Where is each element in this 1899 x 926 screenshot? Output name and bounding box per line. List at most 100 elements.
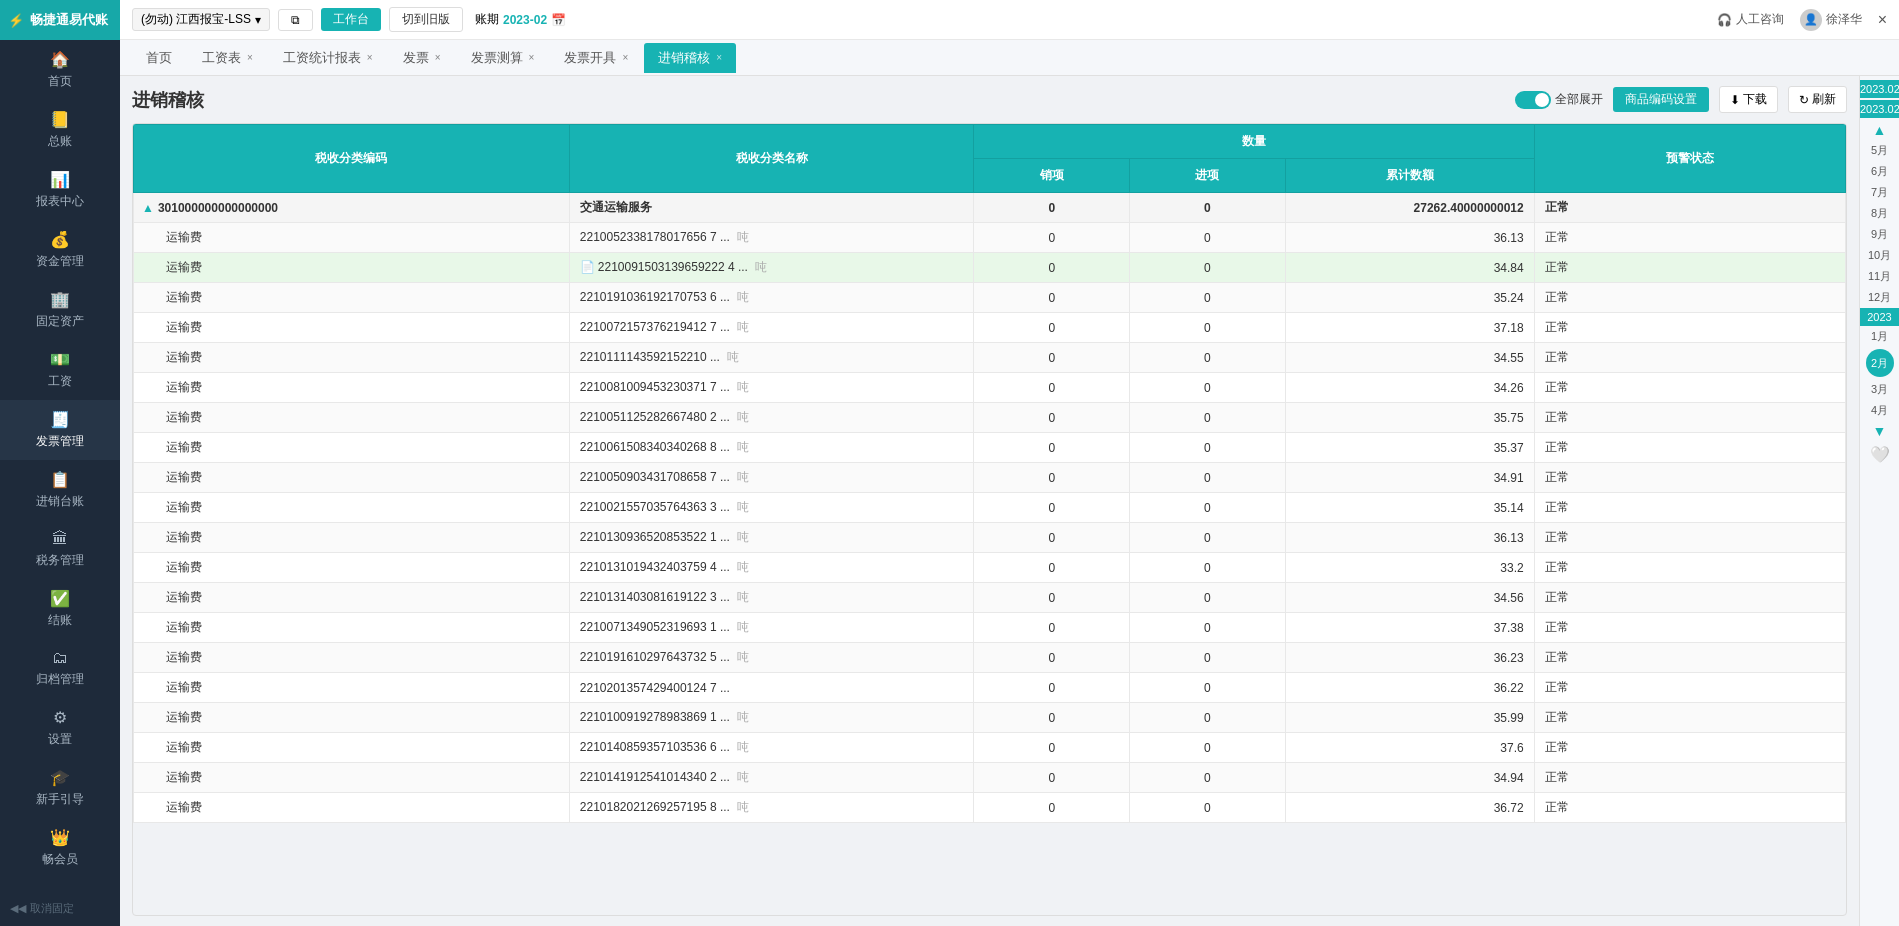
cal-month-12[interactable]: 12月	[1860, 287, 1899, 308]
table-row[interactable]: 运输费 2210130936520853522 1 ... 吨 0 0 36.1…	[134, 523, 1846, 553]
pin-icon: ◀◀	[10, 902, 26, 915]
table-row[interactable]: 运输费 2210100919278983869 1 ... 吨 0 0 35.9…	[134, 703, 1846, 733]
sidebar-label-5: 工资	[48, 373, 72, 390]
table-row[interactable]: 运输费 2210131019432403759 4 ... 吨 0 0 33.2…	[134, 553, 1846, 583]
cal-up-arrow[interactable]: ▲	[1860, 120, 1899, 140]
sidebar-item-13[interactable]: 👑畅会员	[0, 818, 120, 878]
sidebar-item-0[interactable]: 🏠首页	[0, 40, 120, 100]
toggle-all[interactable]: 全部展开	[1515, 91, 1603, 109]
cell-name-17: 运输费	[134, 703, 570, 733]
sidebar-item-1[interactable]: 📒总账	[0, 100, 120, 160]
cal-month-1[interactable]: 1月	[1860, 326, 1899, 347]
tab-发票开具[interactable]: 发票开具×	[550, 43, 642, 73]
user-menu[interactable]: 👤 徐泽华	[1800, 9, 1862, 31]
cal-month-10[interactable]: 10月	[1860, 245, 1899, 266]
tab-发票测算[interactable]: 发票测算×	[457, 43, 549, 73]
cell-sales-16: 0	[974, 673, 1130, 703]
sidebar-item-2[interactable]: 📊报表中心	[0, 160, 120, 220]
tab-发票[interactable]: 发票×	[389, 43, 455, 73]
cell-status-1: 正常	[1534, 223, 1845, 253]
cal-month-2-active[interactable]: 2月	[1866, 349, 1894, 377]
cal-down-arrow[interactable]: ▼	[1860, 421, 1899, 441]
commodity-btn[interactable]: 商品编码设置	[1613, 87, 1709, 112]
sidebar-item-7[interactable]: 📋进销台账	[0, 460, 120, 520]
toggle-switch[interactable]	[1515, 91, 1551, 109]
cell-purchase-2: 0	[1130, 253, 1286, 283]
cell-cumulative-7: 35.75	[1285, 403, 1534, 433]
cal-month-11[interactable]: 11月	[1860, 266, 1899, 287]
cell-sales-0: 0	[974, 193, 1130, 223]
tab-close-1[interactable]: ×	[247, 52, 253, 63]
table-row[interactable]: 运输费 2210050903431708658 7 ... 吨 0 0 34.9…	[134, 463, 1846, 493]
table-row[interactable]: 运输费 2210021557035764363 3 ... 吨 0 0 35.1…	[134, 493, 1846, 523]
cal-month-5[interactable]: 5月	[1860, 140, 1899, 161]
table-row[interactable]: 运输费 2210052338178017656 7 ... 吨 0 0 36.1…	[134, 223, 1846, 253]
tab-工资表[interactable]: 工资表×	[188, 43, 267, 73]
table-row[interactable]: 运输费 2210071349052319693 1 ... 吨 0 0 37.3…	[134, 613, 1846, 643]
company-selector[interactable]: (勿动) 江西报宝-LSS ▾	[132, 8, 270, 31]
switch-button[interactable]: 切到旧版	[389, 7, 463, 32]
cal-month-6[interactable]: 6月	[1860, 161, 1899, 182]
period-selector[interactable]: 账期 2023-02 📅	[475, 11, 566, 28]
tab-close-5[interactable]: ×	[622, 52, 628, 63]
cell-purchase-18: 0	[1130, 733, 1286, 763]
sidebar-item-4[interactable]: 🏢固定资产	[0, 280, 120, 340]
table-row[interactable]: 运输费 2210061508340340268 8 ... 吨 0 0 35.3…	[134, 433, 1846, 463]
cal-month-9[interactable]: 9月	[1860, 224, 1899, 245]
download-btn[interactable]: ⬇ 下载	[1719, 86, 1778, 113]
tab-close-3[interactable]: ×	[435, 52, 441, 63]
table-row[interactable]: 运输费 2210072157376219412 7 ... 吨 0 0 37.1…	[134, 313, 1846, 343]
table-row[interactable]: 运输费 📄2210091503139659222 4 ... 吨 0 0 34.…	[134, 253, 1846, 283]
table-row[interactable]: 运输费 2210140859357103536 6 ... 吨 0 0 37.6…	[134, 733, 1846, 763]
cell-cumulative-13: 34.56	[1285, 583, 1534, 613]
cell-cumulative-19: 34.94	[1285, 763, 1534, 793]
cell-invoice-10: 2210021557035764363 3 ... 吨	[569, 493, 974, 523]
cell-status-11: 正常	[1534, 523, 1845, 553]
tab-close-4[interactable]: ×	[529, 52, 535, 63]
cal-month-4[interactable]: 4月	[1860, 400, 1899, 421]
cell-sales-2: 0	[974, 253, 1130, 283]
table-row[interactable]: 运输费 2210081009453230371 7 ... 吨 0 0 34.2…	[134, 373, 1846, 403]
table-row[interactable]: 运输费 2210191036192170753 6 ... 吨 0 0 35.2…	[134, 283, 1846, 313]
page-header: 进销稽核 全部展开 商品编码设置 ⬇ 下载 ↻ 刷新	[132, 86, 1847, 113]
sidebar-item-6[interactable]: 🧾发票管理	[0, 400, 120, 460]
close-icon[interactable]: ×	[1878, 11, 1887, 29]
cal-month-8[interactable]: 8月	[1860, 203, 1899, 224]
tab-工资统计报表[interactable]: 工资统计报表×	[269, 43, 387, 73]
table-row[interactable]: 运输费 2210191610297643732 5 ... 吨 0 0 36.2…	[134, 643, 1846, 673]
sidebar-item-3[interactable]: 💰资金管理	[0, 220, 120, 280]
sidebar-item-12[interactable]: 🎓新手引导	[0, 758, 120, 818]
cal-month-3[interactable]: 3月	[1860, 379, 1899, 400]
cell-name-1: 运输费	[134, 223, 570, 253]
col-status: 预警状态	[1534, 125, 1845, 193]
cell-sales-12: 0	[974, 553, 1130, 583]
sidebar-item-10[interactable]: 🗂归档管理	[0, 639, 120, 698]
cal-month-7[interactable]: 7月	[1860, 182, 1899, 203]
sidebar-item-9[interactable]: ✅结账	[0, 579, 120, 639]
tab-首页[interactable]: 首页	[132, 43, 186, 73]
tab-close-6[interactable]: ×	[716, 52, 722, 63]
sidebar-icon-4: 🏢	[50, 290, 70, 309]
cell-cumulative-12: 33.2	[1285, 553, 1534, 583]
tab-进销稽核[interactable]: 进销稽核×	[644, 43, 736, 73]
table-row[interactable]: 运输费 2210111143592152210 ... 吨 0 0 34.55 …	[134, 343, 1846, 373]
sidebar-item-11[interactable]: ⚙设置	[0, 698, 120, 758]
table-row[interactable]: 运输费 2210182021269257195 8 ... 吨 0 0 36.7…	[134, 793, 1846, 823]
sidebar-item-8[interactable]: 🏛税务管理	[0, 520, 120, 579]
refresh-btn[interactable]: ↻ 刷新	[1788, 86, 1847, 113]
table-row[interactable]: 运输费 2210051125282667480 2 ... 吨 0 0 35.7…	[134, 403, 1846, 433]
cell-purchase-16: 0	[1130, 673, 1286, 703]
sidebar-footer[interactable]: ◀◀ 取消固定	[0, 891, 120, 926]
support-link[interactable]: 🎧 人工咨询	[1717, 11, 1784, 28]
copy-button[interactable]: ⧉	[278, 9, 313, 31]
table-row[interactable]: ▲301000000000000000 交通运输服务 0 0 27262.400…	[134, 193, 1846, 223]
sidebar-item-5[interactable]: 💵工资	[0, 340, 120, 400]
table-row[interactable]: 运输费 2210201357429400124 7 ... 0 0 36.22 …	[134, 673, 1846, 703]
table-row[interactable]: 运输费 2210141912541014340 2 ... 吨 0 0 34.9…	[134, 763, 1846, 793]
cell-sales-19: 0	[974, 763, 1130, 793]
cell-invoice-20: 2210182021269257195 8 ... 吨	[569, 793, 974, 823]
table-row[interactable]: 运输费 2210131403081619122 3 ... 吨 0 0 34.5…	[134, 583, 1846, 613]
tab-close-2[interactable]: ×	[367, 52, 373, 63]
cell-purchase-4: 0	[1130, 313, 1286, 343]
workbench-button[interactable]: 工作台	[321, 8, 381, 31]
